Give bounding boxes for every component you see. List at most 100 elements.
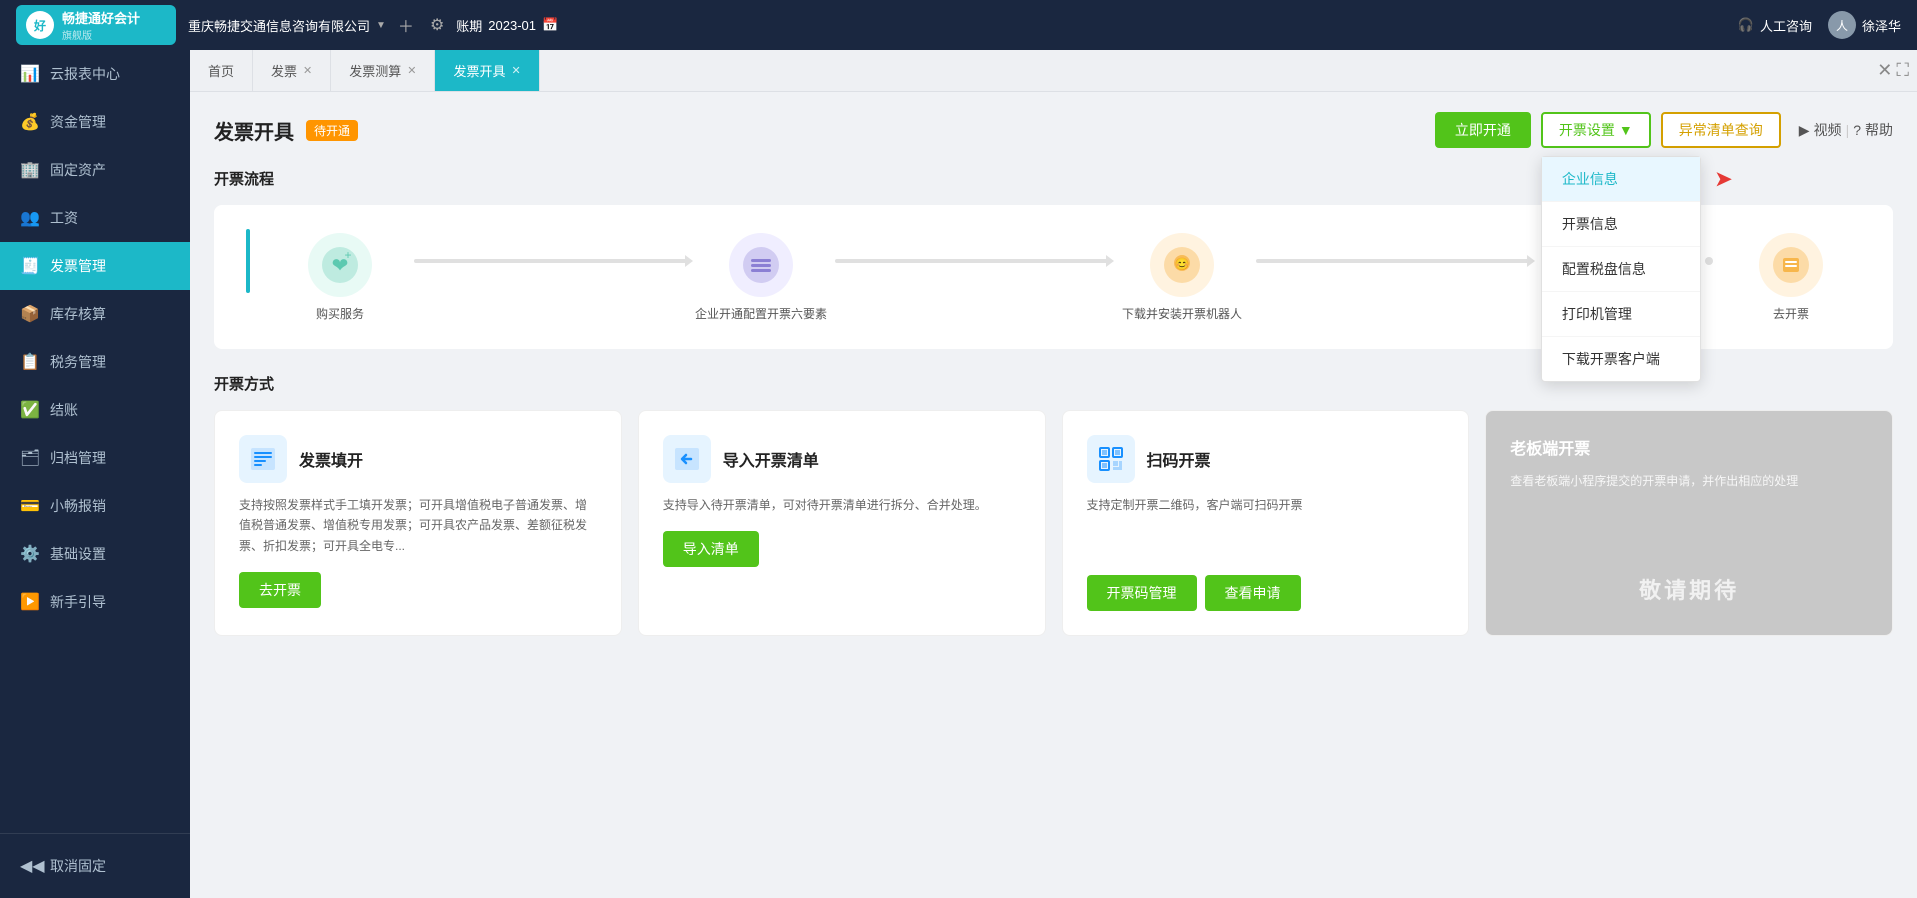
dropdown-item-qiyexinxi[interactable]: 企业信息 ➤: [1542, 157, 1700, 202]
dropdown-item-xiazai[interactable]: 下载开票客户端: [1542, 337, 1700, 381]
step-3-icon: 😊: [1150, 233, 1214, 297]
topbar-actions: ＋ ⚙: [398, 13, 444, 37]
settings-dropdown-container: 开票设置 ▼ 企业信息 ➤ 开票信息: [1541, 112, 1651, 148]
fill-go-button[interactable]: 去开票: [239, 572, 321, 608]
fapiao-icon: 🧾: [20, 256, 40, 276]
top-bar: 好 畅捷通好会计 旗舰版 重庆畅捷交通信息咨询有限公司 ▼ ＋ ⚙ 账期 202…: [0, 0, 1917, 50]
sidebar-item-yunbao[interactable]: 📊 云报表中心: [0, 50, 190, 98]
support-area[interactable]: 🎧 人工咨询: [1738, 16, 1812, 35]
guidang-icon: 🗂: [20, 448, 40, 468]
sidebar-label: 结账: [50, 400, 78, 420]
tab-fapiaocesuan-close-icon[interactable]: ✕: [407, 64, 416, 77]
chevron-down-icon: ▼: [1619, 122, 1633, 138]
header-actions: 立即开通 开票设置 ▼ 企业信息 ➤: [1435, 112, 1893, 148]
flow-step-5: 去开票: [1721, 233, 1861, 322]
sidebar-item-xiaochang[interactable]: 💳 小畅报销: [0, 482, 190, 530]
settings-button[interactable]: 开票设置 ▼: [1541, 112, 1651, 148]
tab-fapiao-close-icon[interactable]: ✕: [303, 64, 312, 77]
sidebar-item-shuiwu[interactable]: 📋 税务管理: [0, 338, 190, 386]
content-area: 发票开具 待开通 立即开通 开票设置 ▼ 企业信息 ➤: [190, 92, 1917, 898]
step-1-label: 购买服务: [316, 305, 364, 322]
step-3-label: 下载并安装开票机器人: [1122, 305, 1242, 322]
close-all-button[interactable]: ✕: [1877, 60, 1892, 81]
sidebar-item-kucun[interactable]: 📦 库存核算: [0, 290, 190, 338]
red-arrow-icon: ➤: [1715, 167, 1732, 192]
sidebar-item-cancel-pin[interactable]: ◀◀ 取消固定: [0, 842, 190, 890]
tab-fapiaocesuan[interactable]: 发票测算 ✕: [331, 50, 435, 91]
tab-bar: 首页 发票 ✕ 发票测算 ✕ 发票开具 ✕ ✕ ⛶: [190, 50, 1917, 92]
scan-desc: 支持定制开票二维码，客户端可扫码开票: [1087, 495, 1445, 515]
sidebar-item-gudingzichan[interactable]: 🏢 固定资产: [0, 146, 190, 194]
tab-home-label: 首页: [208, 61, 234, 80]
flow-step-2: 企业开通配置开票六要素: [691, 233, 831, 322]
tab-home[interactable]: 首页: [190, 50, 253, 91]
step-connector-1: [414, 259, 687, 263]
period-area: 账期 2023-01 📅: [456, 16, 558, 35]
tab-fapiaokaiaju-close-icon[interactable]: ✕: [512, 64, 521, 77]
video-label[interactable]: 视频: [1814, 120, 1842, 140]
step-divider: [246, 229, 250, 293]
yunbao-icon: 📊: [20, 64, 40, 84]
billing-section: 开票方式 发票填开: [214, 373, 1893, 636]
method-scan-header: 扫码开票: [1087, 435, 1445, 483]
sidebar-item-xinshou[interactable]: ▶️ 新手引导: [0, 578, 190, 626]
expand-button[interactable]: ⛶: [1896, 60, 1909, 81]
sidebar-item-zijin[interactable]: 💰 资金管理: [0, 98, 190, 146]
kucun-icon: 📦: [20, 304, 40, 324]
step-connector-3: [1256, 259, 1529, 263]
page-title: 发票开具: [214, 116, 294, 145]
sidebar-label: 固定资产: [50, 160, 106, 180]
step-2-label: 企业开通配置开票六要素: [695, 305, 827, 322]
sidebar-label: 资金管理: [50, 112, 106, 132]
dropdown-item-dayinji[interactable]: 打印机管理: [1542, 292, 1700, 337]
method-import-header: 导入开票清单: [663, 435, 1021, 483]
dropdown-item-label: 配置税盘信息: [1562, 261, 1646, 277]
method-boss-header: 老板端开票: [1510, 435, 1868, 459]
method-fill-header: 发票填开: [239, 435, 597, 483]
add-icon[interactable]: ＋: [398, 13, 414, 37]
scan-view-button[interactable]: 查看申请: [1205, 575, 1301, 611]
company-selector[interactable]: 重庆畅捷交通信息咨询有限公司 ▼: [188, 16, 386, 35]
sidebar-label: 小畅报销: [50, 496, 106, 516]
xinshou-icon: ▶️: [20, 592, 40, 612]
sidebar-item-jichu[interactable]: ⚙️ 基础设置: [0, 530, 190, 578]
logo-area: 好 畅捷通好会计 旗舰版: [16, 5, 176, 45]
sidebar-label: 取消固定: [50, 856, 106, 876]
sidebar-item-gongzi[interactable]: 👥 工资: [0, 194, 190, 242]
import-button[interactable]: 导入清单: [663, 531, 759, 567]
user-area[interactable]: 人 徐泽华: [1828, 11, 1901, 39]
import-icon: [663, 435, 711, 483]
sidebar-label: 新手引导: [50, 592, 106, 612]
sidebar-label: 工资: [50, 208, 78, 228]
gongzi-icon: 👥: [20, 208, 40, 228]
sidebar-bottom: ◀◀ 取消固定: [0, 833, 190, 898]
tab-fapiaokaiaju[interactable]: 发票开具 ✕: [435, 50, 539, 91]
dropdown-item-kaipiaoxinxi[interactable]: 开票信息: [1542, 202, 1700, 247]
sidebar-label: 库存核算: [50, 304, 106, 324]
divider: |: [1846, 122, 1850, 138]
unpin-icon: ◀◀: [20, 856, 40, 876]
settings-icon[interactable]: ⚙: [430, 15, 444, 35]
scan-buttons: 开票码管理 查看申请: [1087, 575, 1445, 611]
dropdown-item-peizhishuipan[interactable]: 配置税盘信息: [1542, 247, 1700, 292]
jichu-icon: ⚙️: [20, 544, 40, 564]
billing-methods: 发票填开 支持按照发票样式手工填开发票；可开具增值税电子普通发票、增值税普通发票…: [214, 410, 1893, 636]
calendar-icon[interactable]: 📅: [542, 17, 558, 33]
help-label[interactable]: 帮助: [1865, 120, 1893, 140]
sidebar-item-fapiao[interactable]: 🧾 发票管理: [0, 242, 190, 290]
sidebar-item-jiezhang[interactable]: ✅ 结账: [0, 386, 190, 434]
activate-button[interactable]: 立即开通: [1435, 112, 1531, 148]
user-name: 徐泽华: [1862, 16, 1901, 35]
scan-title: 扫码开票: [1147, 447, 1211, 471]
tab-fapiao[interactable]: 发票 ✕: [253, 50, 331, 91]
video-help-area: ▶ 视频 | ? 帮助: [1799, 120, 1893, 140]
tab-fapiaocesuan-label: 发票测算: [349, 61, 401, 80]
page-header: 发票开具 待开通 立即开通 开票设置 ▼ 企业信息 ➤: [214, 112, 1893, 148]
sidebar-item-guidang[interactable]: 🗂 归档管理: [0, 434, 190, 482]
boss-desc: 查看老板端小程序提交的开票申请，并作出相应的处理: [1510, 471, 1868, 491]
scan-manage-button[interactable]: 开票码管理: [1087, 575, 1197, 611]
boss-overlay-text: 敬请期待: [1486, 573, 1892, 605]
step-5-icon: [1759, 233, 1823, 297]
main-area: 首页 发票 ✕ 发票测算 ✕ 发票开具 ✕ ✕ ⛶ 发票开具 待开通 立即开通: [190, 50, 1917, 898]
abnormal-button[interactable]: 异常清单查询: [1661, 112, 1781, 148]
